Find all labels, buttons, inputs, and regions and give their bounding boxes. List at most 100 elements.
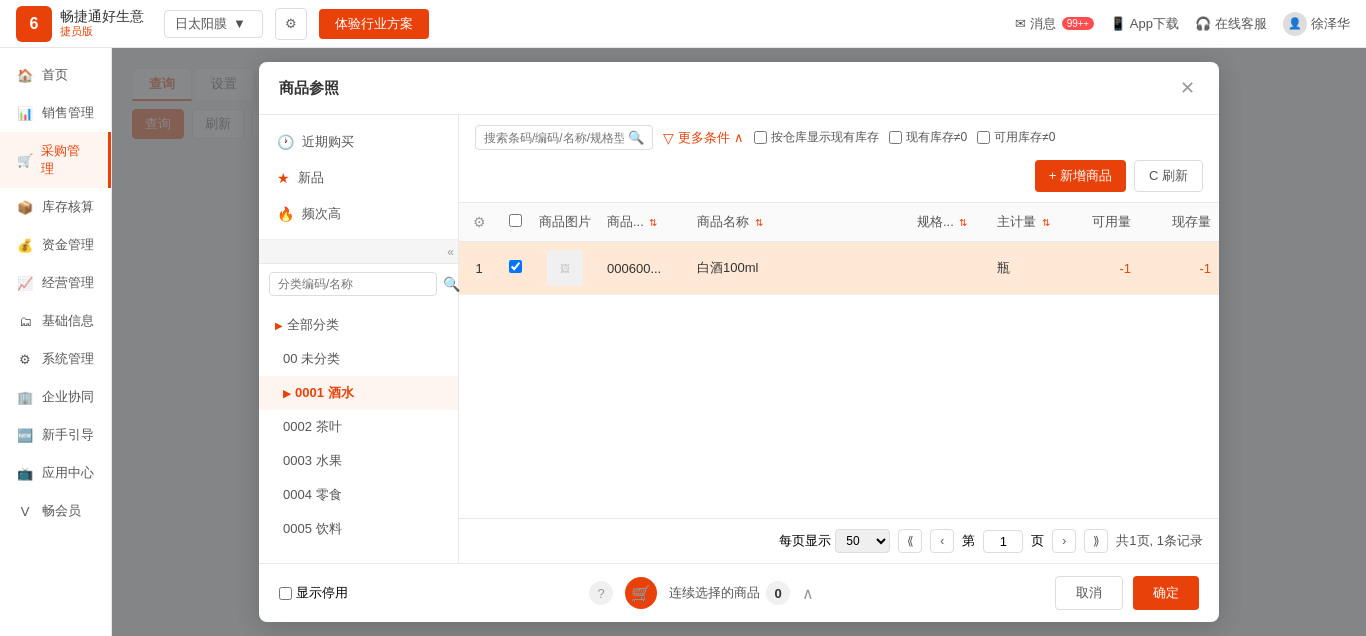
sidebar-item-home[interactable]: 🏠 首页 [0,56,111,94]
modal-title: 商品参照 [279,79,339,98]
user-btn[interactable]: 👤 徐泽华 [1283,12,1350,36]
available-filter[interactable]: 现有库存≠0 [889,129,967,146]
collapse-panel-btn[interactable]: « [259,240,458,264]
filter-btn[interactable]: ▽ 更多条件 ∧ [663,129,744,147]
th-name[interactable]: 商品名称 ⇅ [689,203,909,242]
first-page-btn[interactable]: ⟪ [898,529,922,553]
sidebar-item-guide[interactable]: 🆕 新手引导 [0,416,111,454]
pagination-bar: 每页显示 50 10 20 100 ⟪ ‹ 第 [459,518,1219,563]
product-table: ⚙ 商品图片 [459,203,1219,295]
help-icon[interactable]: ? [589,581,613,605]
confirm-btn[interactable]: 确定 [1133,576,1199,610]
usable-label: 可用库存≠0 [994,129,1055,146]
sidebar-label-basic: 基础信息 [42,312,94,330]
select-all-checkbox[interactable] [509,214,522,227]
sidebar-item-management[interactable]: 📈 经营管理 [0,264,111,302]
product-search-input[interactable] [484,131,624,145]
category-all[interactable]: ▶ 全部分类 [259,308,458,342]
page-size-selector: 每页显示 50 10 20 100 [779,529,890,553]
category-liquor[interactable]: ▶ 0001 酒水 [259,376,458,410]
next-page-btn[interactable]: › [1052,529,1076,553]
sidebar-item-apps[interactable]: 📺 应用中心 [0,454,111,492]
cart-btn[interactable]: 🛒 [625,577,657,609]
top-nav: 6 畅捷通好生意 捷员版 日太阳膜 ▼ ⚙ 体验行业方案 ✉ 消息 99++ 📱… [0,0,1366,48]
modal-close-btn[interactable]: ✕ [1175,76,1199,100]
th-unit[interactable]: 主计量 ⇅ [989,203,1059,242]
management-icon: 📈 [16,274,34,292]
active-expand-icon: ▶ [283,388,291,399]
home-icon: 🏠 [16,66,34,84]
category-unclassified[interactable]: 00 未分类 [259,342,458,376]
row-code: 000600... [599,242,689,295]
product-search-box: 🔍 [475,125,653,150]
notification-btn[interactable]: ✉ 消息 99++ [1015,15,1094,33]
content-area: 查询 设置 查询 刷新 设置 商品参照 ✕ [112,48,1366,636]
page-input[interactable] [983,530,1023,553]
modal-header: 商品参照 ✕ [259,62,1219,115]
sidebar-item-basic[interactable]: 🗂 基础信息 [0,302,111,340]
add-product-btn[interactable]: + 新增商品 [1035,160,1126,192]
last-page-btn[interactable]: ⟫ [1084,529,1108,553]
per-page-select[interactable]: 50 10 20 100 [835,529,890,553]
category-water[interactable]: 0008 水 [259,546,458,553]
sidebar-item-enterprise[interactable]: 🏢 企业协同 [0,378,111,416]
sidebar-label-inventory: 库存核算 [42,198,94,216]
sidebar-item-inventory[interactable]: 📦 库存核算 [0,188,111,226]
username: 徐泽华 [1311,15,1350,33]
basic-icon: 🗂 [16,312,34,330]
product-search-icon[interactable]: 🔍 [628,130,644,145]
sidebar-label-sales: 销售管理 [42,104,94,122]
available-checkbox[interactable] [889,131,902,144]
app-download-btn[interactable]: 📱 App下载 [1110,15,1179,33]
usable-filter[interactable]: 可用库存≠0 [977,129,1055,146]
recent-purchase-item[interactable]: 🕐 近期购买 [267,125,450,159]
page-total: 共1页, 1条记录 [1116,532,1203,550]
category-beverage[interactable]: 0005 饮料 [259,512,458,546]
left-panel: 🕐 近期购买 ★ 新品 🔥 频次高 [259,115,459,563]
experience-btn[interactable]: 体验行业方案 [319,9,429,39]
category-fruit[interactable]: 0003 水果 [259,444,458,478]
category-snack[interactable]: 0004 零食 [259,478,458,512]
row-checkbox[interactable] [509,260,522,273]
new-product-item[interactable]: ★ 新品 [267,161,450,195]
per-page-label: 每页显示 [779,532,831,550]
filter-arrow: ∧ [734,130,744,145]
sidebar-item-member[interactable]: V 畅会员 [0,492,111,530]
warehouse-filter[interactable]: 按仓库显示现有库存 [754,129,879,146]
th-code[interactable]: 商品... ⇅ [599,203,689,242]
show-disabled-checkbox[interactable] [279,587,292,600]
notification-badge: 99++ [1062,17,1094,30]
table-row[interactable]: 1 🖼 000600... 白酒100ml [459,242,1219,295]
sidebar-label-member: 畅会员 [42,502,81,520]
page-suffix: 页 [1031,532,1044,550]
online-service-btn[interactable]: 🎧 在线客服 [1195,15,1267,33]
usable-checkbox[interactable] [977,131,990,144]
nav-selector[interactable]: 日太阳膜 ▼ [164,10,263,38]
sidebar-item-finance[interactable]: 💰 资金管理 [0,226,111,264]
sidebar-label-system: 系统管理 [42,350,94,368]
settings-icon[interactable]: ⚙ [275,8,307,40]
sidebar-item-sales[interactable]: 📊 销售管理 [0,94,111,132]
finance-icon: 💰 [16,236,34,254]
phone-icon: 📱 [1110,16,1126,31]
footer-right: 取消 确定 [1055,576,1199,610]
category-tea[interactable]: 0002 茶叶 [259,410,458,444]
prev-page-btn[interactable]: ‹ [930,529,954,553]
sidebar-item-system[interactable]: ⚙ 系统管理 [0,340,111,378]
sort-name-icon: ⇅ [755,217,763,228]
page-label: 第 [962,532,975,550]
high-freq-item[interactable]: 🔥 频次高 [267,197,450,231]
footer-collapse-btn[interactable]: ∧ [802,584,814,603]
avatar: 👤 [1283,12,1307,36]
sidebar-label-finance: 资金管理 [42,236,94,254]
column-settings-icon[interactable]: ⚙ [473,214,486,230]
th-spec[interactable]: 规格... ⇅ [909,203,989,242]
refresh-btn[interactable]: C 刷新 [1134,160,1203,192]
available-label: 现有库存≠0 [906,129,967,146]
cancel-btn[interactable]: 取消 [1055,576,1123,610]
new-product-label: 新品 [298,169,324,187]
category-search-btn[interactable]: 🔍 [441,274,462,294]
category-search-input[interactable] [269,272,437,296]
warehouse-checkbox[interactable] [754,131,767,144]
sidebar-item-purchase[interactable]: 🛒 采购管理 [0,132,111,188]
